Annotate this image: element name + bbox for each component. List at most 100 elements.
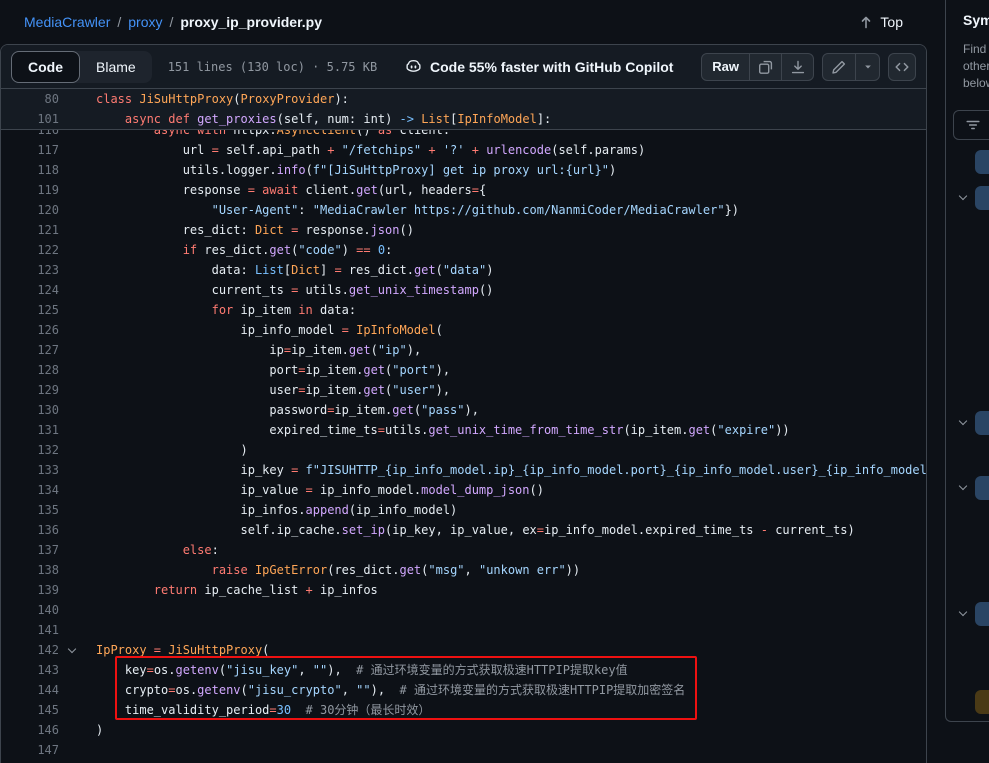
code-line: 141	[1, 620, 926, 640]
code-text: for ip_item in data:	[96, 300, 356, 320]
code-text: ip_infos.append(ip_info_model)	[96, 500, 457, 520]
symbol-item[interactable]	[946, 150, 989, 174]
symbol-chip[interactable]	[975, 150, 989, 174]
line-number[interactable]: 129	[1, 380, 59, 400]
raw-actions-group: Raw	[701, 53, 814, 81]
line-number[interactable]: 127	[1, 340, 59, 360]
line-number[interactable]: 130	[1, 400, 59, 420]
pencil-icon	[831, 59, 847, 75]
copilot-banner[interactable]: Code 55% faster with GitHub Copilot	[405, 58, 673, 75]
line-number[interactable]: 146	[1, 720, 59, 740]
breadcrumb-dir-link[interactable]: proxy	[128, 14, 162, 30]
line-number[interactable]: 80	[1, 89, 59, 109]
line-number[interactable]: 138	[1, 560, 59, 580]
line-number[interactable]: 122	[1, 240, 59, 260]
code-line: 147	[1, 740, 926, 760]
download-button[interactable]	[781, 54, 813, 80]
line-number[interactable]: 123	[1, 260, 59, 280]
line-number[interactable]: 140	[1, 600, 59, 620]
line-number[interactable]: 133	[1, 460, 59, 480]
symbol-chip[interactable]	[975, 476, 989, 500]
symbols-filter-input[interactable]	[953, 110, 989, 140]
line-number[interactable]: 147	[1, 740, 59, 760]
line-number[interactable]: 126	[1, 320, 59, 340]
line-number[interactable]: 139	[1, 580, 59, 600]
sticky-code-line: 101 async def get_proxies(self, num: int…	[1, 109, 926, 129]
code-line: 129 user=ip_item.get("user"),	[1, 380, 926, 400]
code-text: user=ip_item.get("user"),	[96, 380, 450, 400]
copilot-banner-text: Code 55% faster with GitHub Copilot	[430, 59, 673, 75]
line-number[interactable]: 131	[1, 420, 59, 440]
chevron-down-icon[interactable]	[959, 608, 967, 616]
symbol-item[interactable]	[946, 411, 989, 435]
code-line: 146)	[1, 720, 926, 740]
line-number[interactable]: 145	[1, 700, 59, 720]
code-line: 136 self.ip_cache.set_ip(ip_key, ip_valu…	[1, 520, 926, 540]
line-number[interactable]: 101	[1, 109, 59, 129]
breadcrumb-repo-link[interactable]: MediaCrawler	[24, 14, 110, 30]
tab-blame[interactable]: Blame	[80, 51, 152, 83]
code-text: current_ts = utils.get_unix_timestamp()	[96, 280, 493, 300]
edit-menu-button[interactable]	[855, 54, 879, 80]
code-line: 118 utils.logger.info(f"[JiSuHttpProxy] …	[1, 160, 926, 180]
code-text: res_dict: Dict = response.json()	[96, 220, 414, 240]
line-number[interactable]: 144	[1, 680, 59, 700]
code-line: 143 key=os.getenv("jisu_key", ""), # 通过环…	[1, 660, 926, 680]
code-text: time_validity_period=30 # 30分钟（最长时效）	[96, 700, 430, 720]
symbol-item[interactable]	[946, 186, 989, 210]
code-line: 130 password=ip_item.get("pass"),	[1, 400, 926, 420]
code-text: return ip_cache_list + ip_infos	[96, 580, 378, 600]
line-number[interactable]: 118	[1, 160, 59, 180]
line-number[interactable]: 141	[1, 620, 59, 640]
code-text: password=ip_item.get("pass"),	[96, 400, 479, 420]
edit-actions-group	[822, 53, 880, 81]
chevron-down-icon[interactable]	[959, 192, 967, 200]
line-number[interactable]: 143	[1, 660, 59, 680]
copy-button[interactable]	[749, 54, 781, 80]
code-text: "User-Agent": "MediaCrawler https://gith…	[96, 200, 739, 220]
code-line: 144 crypto=os.getenv("jisu_crypto", ""),…	[1, 680, 926, 700]
symbol-chip[interactable]	[975, 411, 989, 435]
file-info: 151 lines (130 loc) · 5.75 KB	[168, 60, 378, 74]
code-symbols-icon	[894, 59, 910, 75]
chevron-down-icon[interactable]	[959, 417, 967, 425]
line-number[interactable]: 128	[1, 360, 59, 380]
symbol-item[interactable]	[946, 690, 989, 714]
fold-chevron-icon[interactable]	[68, 645, 76, 653]
back-to-top-button[interactable]: Top	[850, 10, 911, 34]
line-number[interactable]: 136	[1, 520, 59, 540]
code-line: 120 "User-Agent": "MediaCrawler https://…	[1, 200, 926, 220]
symbols-panel: Sym Find other below	[945, 0, 989, 722]
line-number[interactable]: 137	[1, 540, 59, 560]
line-number[interactable]: 121	[1, 220, 59, 240]
chevron-down-icon[interactable]	[959, 482, 967, 490]
line-number[interactable]: 125	[1, 300, 59, 320]
code-text: ip_value = ip_info_model.model_dump_json…	[96, 480, 544, 500]
code-text: else:	[96, 540, 219, 560]
raw-button[interactable]: Raw	[702, 54, 749, 80]
line-number[interactable]: 124	[1, 280, 59, 300]
symbol-chip[interactable]	[975, 186, 989, 210]
code-line: 121 res_dict: Dict = response.json()	[1, 220, 926, 240]
line-number[interactable]: 120	[1, 200, 59, 220]
line-number[interactable]: 119	[1, 180, 59, 200]
tab-code[interactable]: Code	[11, 51, 80, 83]
line-number[interactable]: 142	[1, 640, 59, 660]
symbol-item[interactable]	[946, 602, 989, 626]
code-text: response = await client.get(url, headers…	[96, 180, 486, 200]
line-number[interactable]: 135	[1, 500, 59, 520]
line-number[interactable]: 132	[1, 440, 59, 460]
edit-button[interactable]	[823, 54, 855, 80]
code-line: 132 )	[1, 440, 926, 460]
symbol-chip[interactable]	[975, 602, 989, 626]
code-line: 127 ip=ip_item.get("ip"),	[1, 340, 926, 360]
breadcrumb-file-name: proxy_ip_provider.py	[180, 14, 322, 30]
symbols-toggle-button[interactable]	[888, 53, 916, 81]
line-number[interactable]: 117	[1, 140, 59, 160]
symbol-chip[interactable]	[975, 690, 989, 714]
symbol-item[interactable]	[946, 476, 989, 500]
symbols-panel-title: Sym	[963, 12, 989, 28]
code-text: expired_time_ts=utils.get_unix_time_from…	[96, 420, 790, 440]
code-line: 140	[1, 600, 926, 620]
line-number[interactable]: 134	[1, 480, 59, 500]
